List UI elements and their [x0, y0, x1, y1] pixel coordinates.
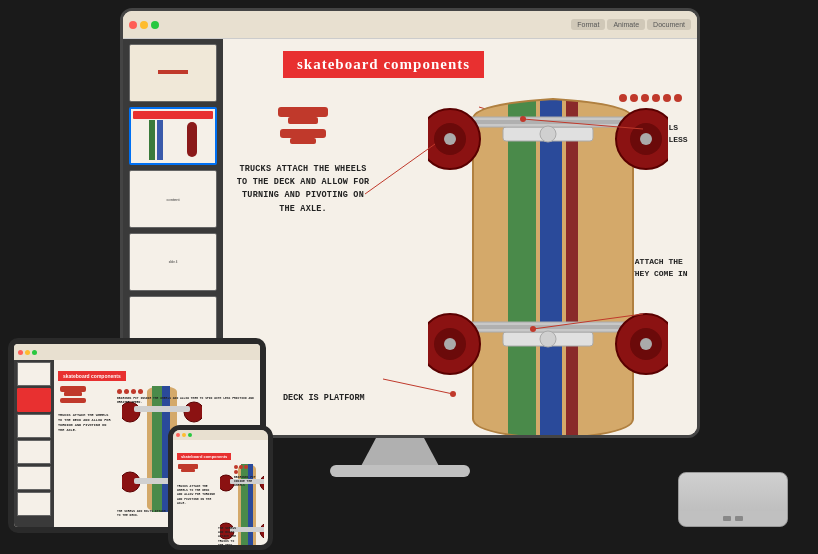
slide-thumb-4[interactable]: slide 4 [129, 233, 217, 291]
trucks-panel: TRUCKS ATTACH THE WHEELS TO THE DECK AND… [233, 99, 373, 216]
ipad-slide-2[interactable] [17, 388, 51, 412]
toolbar-tabs: Format Animate Document [571, 19, 691, 30]
iphone-bearings-text: BEARINGS FIT INSIDE THE WHEELS [234, 476, 264, 489]
mac-mini-front [679, 511, 787, 526]
iphone-trucks-text: TRUCKS ATTACH THE WHEELS TO THE DECK AND… [177, 485, 215, 506]
slide-thumb-1[interactable] [129, 44, 217, 102]
svg-rect-50 [181, 469, 195, 472]
svg-rect-49 [178, 464, 198, 469]
deck-text: DECK IS PLATFORM [283, 392, 365, 405]
format-tab[interactable]: Format [571, 19, 605, 30]
trucks-text: TRUCKS ATTACH THE WHEELS TO THE DECK AND… [233, 163, 373, 216]
monitor-stand [360, 438, 440, 468]
svg-rect-28 [280, 129, 326, 138]
svg-rect-40 [60, 398, 86, 403]
iphone-toolbar [173, 430, 268, 440]
svg-rect-38 [60, 386, 86, 392]
close-button[interactable] [129, 21, 137, 29]
svg-rect-29 [290, 138, 316, 144]
svg-rect-47 [134, 406, 190, 412]
slide-title: skateboard components [283, 51, 484, 78]
ipad-slide-title: skateboard components [58, 371, 126, 381]
iphone-title: skateboard components [177, 453, 231, 460]
iphone-close[interactable] [176, 433, 180, 437]
ipad-toolbar [14, 344, 260, 360]
ipad-slide-1[interactable] [17, 362, 51, 386]
svg-point-25 [640, 338, 652, 350]
svg-rect-26 [278, 107, 328, 117]
iphone-content: skateboard components TRUCKS ATTACH THE … [173, 440, 268, 545]
svg-point-19 [540, 331, 556, 347]
ipad-slides-panel [14, 360, 54, 527]
ipad-slide-3[interactable] [17, 414, 51, 438]
svg-point-22 [444, 338, 456, 350]
monitor-toolbar: Format Animate Document [123, 11, 697, 39]
minimize-button[interactable] [140, 21, 148, 29]
main-content-area: skateboard components [223, 39, 697, 435]
ipad-slide-4[interactable] [17, 440, 51, 464]
monitor-base [330, 465, 470, 477]
slide-thumb-2[interactable] [129, 107, 217, 165]
mac-mini-port-1 [723, 516, 731, 521]
rear-truck-svg [428, 304, 668, 384]
svg-rect-27 [288, 117, 318, 124]
mac-mini-port-2 [735, 516, 743, 521]
iphone-minimize[interactable] [182, 433, 186, 437]
ipad-minimize[interactable] [25, 350, 30, 355]
ipad-bearings-text: BEARINGS FIT INSIDE THE WHEELS AND ALLOW… [117, 397, 254, 405]
ipad-maximize[interactable] [32, 350, 37, 355]
slide-thumb-3[interactable]: content [129, 170, 217, 228]
document-tab[interactable]: Document [647, 19, 691, 30]
ipad-trucks-text: TRUCKS ATTACH THE WHEELS TO THE DECK AND… [58, 413, 113, 433]
ipad-slide-5[interactable] [17, 466, 51, 490]
svg-point-12 [444, 133, 456, 145]
svg-point-15 [640, 133, 652, 145]
animate-tab[interactable]: Animate [607, 19, 645, 30]
iphone-maximize[interactable] [188, 433, 192, 437]
svg-point-9 [540, 126, 556, 142]
iphone: skateboard components TRUCKS ATTACH THE … [168, 425, 273, 550]
mac-mini [678, 472, 788, 527]
svg-line-37 [365, 144, 435, 194]
ipad-close[interactable] [18, 350, 23, 355]
maximize-button[interactable] [151, 21, 159, 29]
ipad-slide-6[interactable] [17, 492, 51, 516]
iphone-screen: skateboard components TRUCKS ATTACH THE … [173, 430, 268, 545]
svg-rect-39 [64, 392, 82, 396]
truck-icon [233, 99, 373, 153]
front-truck-svg [428, 99, 668, 179]
